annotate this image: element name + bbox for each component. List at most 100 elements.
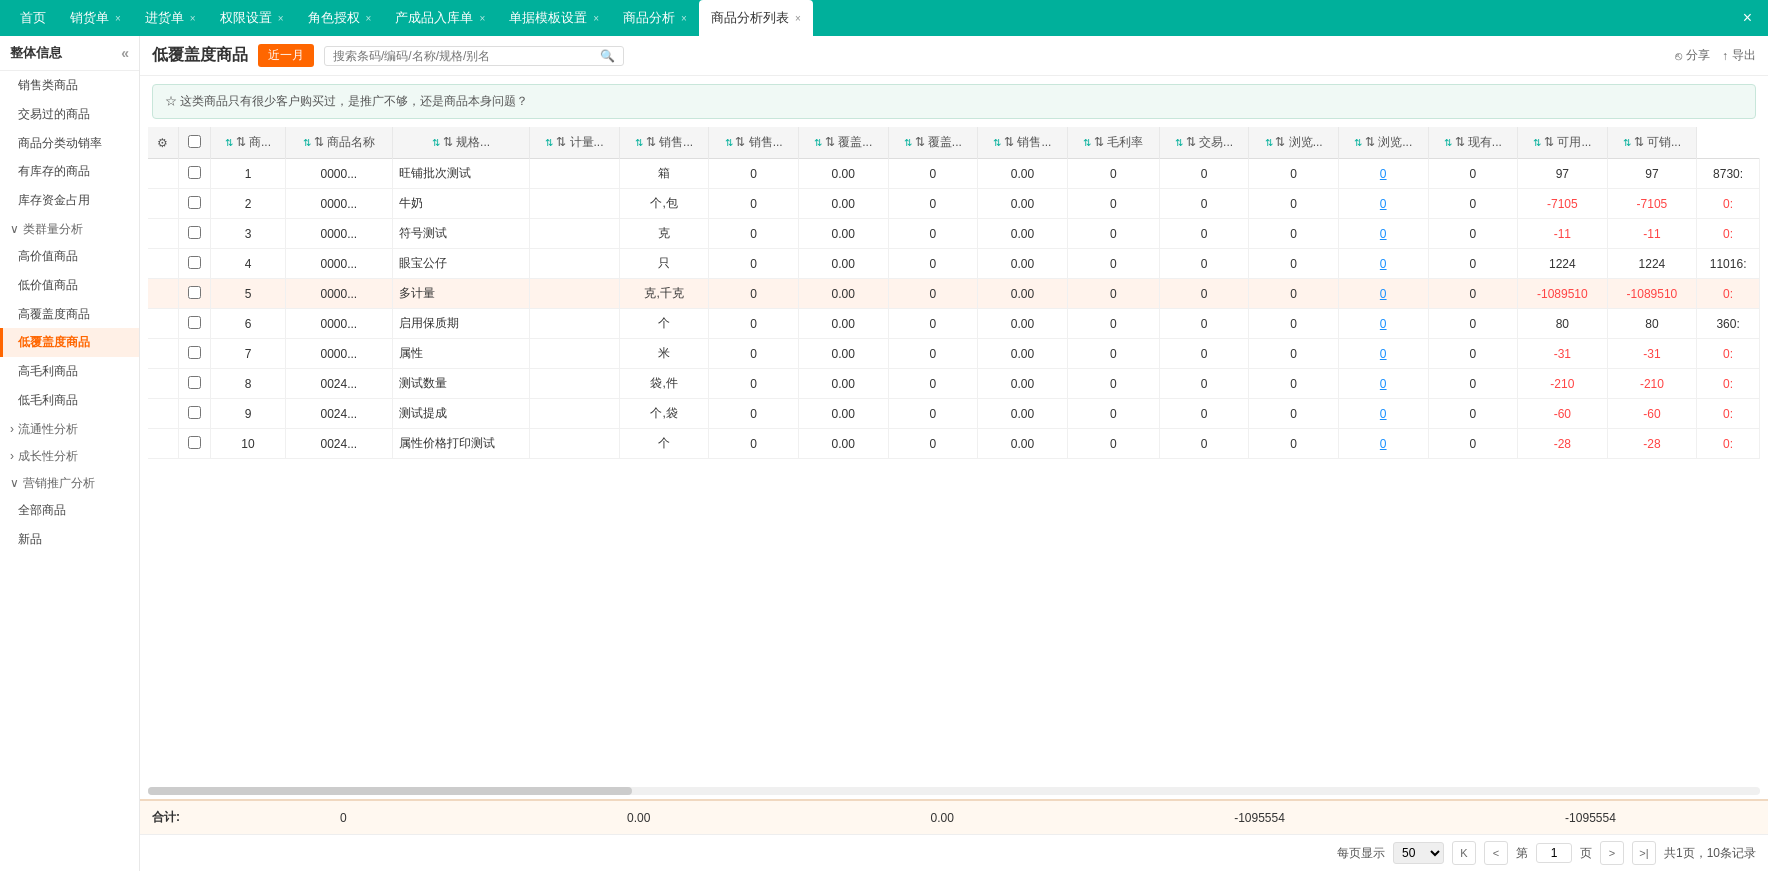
close-tab-permission[interactable]: × [278, 13, 284, 24]
row-checkbox[interactable] [178, 189, 211, 219]
checkbox-column-header[interactable] [178, 127, 211, 159]
row-checkbox[interactable] [178, 339, 211, 369]
close-tab-template[interactable]: × [593, 13, 599, 24]
row-browse1[interactable]: 0 [1338, 159, 1428, 189]
prev-page-button[interactable]: < [1484, 841, 1508, 865]
nav-tab-home[interactable]: 首页 [8, 0, 58, 36]
sidebar-item-new-goods[interactable]: 新品 [0, 525, 139, 554]
nav-tab-inbound[interactable]: 产成品入库单 × [383, 0, 497, 36]
spec-column-header[interactable]: ⇅ 规格... [392, 127, 529, 159]
first-page-button[interactable]: K [1452, 841, 1476, 865]
settings-column-header[interactable]: ⚙ [148, 127, 178, 159]
sales-days-column-header[interactable]: ⇅ 销售... [978, 127, 1068, 159]
row-browse1[interactable]: 0 [1338, 219, 1428, 249]
nav-tab-template[interactable]: 单据模板设置 × [497, 0, 611, 36]
unit-column-header[interactable]: ⇅ 计量... [530, 127, 620, 159]
table-wrapper[interactable]: ⚙ ⇅ 商... ⇅ 商品名称 ⇅ 规格... ⇅ 计量... ⇅ 销售... … [140, 127, 1768, 787]
page-input[interactable] [1536, 843, 1572, 863]
next-page-button[interactable]: > [1600, 841, 1624, 865]
nav-tab-analysis[interactable]: 商品分析 × [611, 0, 699, 36]
row-browse1[interactable]: 0 [1338, 309, 1428, 339]
sales-amt-column-header[interactable]: ⇅ 销售... [709, 127, 799, 159]
nav-tab-analysis-list[interactable]: 商品分析列表 × [699, 0, 813, 36]
cov1-column-header[interactable]: ⇅ 覆盖... [798, 127, 888, 159]
row-select-checkbox[interactable] [188, 406, 201, 419]
row-select-checkbox[interactable] [188, 286, 201, 299]
sidebar-item-sales-goods[interactable]: 销售类商品 [0, 71, 139, 100]
transaction-column-header[interactable]: ⇅ 交易... [1159, 127, 1249, 159]
search-icon[interactable]: 🔍 [600, 49, 615, 63]
sidebar-group-growth[interactable]: › 成长性分析 [0, 442, 139, 469]
browse1-column-header[interactable]: ⇅ 浏览... [1249, 127, 1339, 159]
row-select-checkbox[interactable] [188, 346, 201, 359]
sidebar-item-low-coverage[interactable]: 低覆盖度商品 [0, 328, 139, 357]
row-select-checkbox[interactable] [188, 436, 201, 449]
close-all-tabs[interactable]: × [1735, 9, 1760, 27]
row-browse1[interactable]: 0 [1338, 339, 1428, 369]
sidebar-item-traded-goods[interactable]: 交易过的商品 [0, 100, 139, 129]
row-checkbox[interactable] [178, 429, 211, 459]
nav-tab-purchase[interactable]: 进货单 × [133, 0, 208, 36]
sidebar-item-high-margin[interactable]: 高毛利商品 [0, 357, 139, 386]
row-select-checkbox[interactable] [188, 196, 201, 209]
search-box[interactable]: 🔍 [324, 46, 624, 66]
close-tab-inbound[interactable]: × [479, 13, 485, 24]
row-browse1[interactable]: 0 [1338, 429, 1428, 459]
last-page-button[interactable]: >| [1632, 841, 1656, 865]
close-tab-purchase[interactable]: × [190, 13, 196, 24]
row-browse1[interactable]: 0 [1338, 369, 1428, 399]
sellable-column-header[interactable]: ⇅ 可销... [1607, 127, 1697, 159]
close-tab-role[interactable]: × [366, 13, 372, 24]
horizontal-scrollbar[interactable] [148, 787, 1760, 795]
sidebar-item-category-turnover[interactable]: 商品分类动销率 [0, 129, 139, 158]
sidebar-item-high-value[interactable]: 高价值商品 [0, 242, 139, 271]
sidebar-item-all-goods[interactable]: 全部商品 [0, 496, 139, 525]
row-browse1[interactable]: 0 [1338, 249, 1428, 279]
sidebar-group-marketing[interactable]: ∨ 营销推广分析 [0, 469, 139, 496]
nav-tab-permission[interactable]: 权限设置 × [208, 0, 296, 36]
code-column-header[interactable]: ⇅ 商... [211, 127, 285, 159]
name-column-header[interactable]: ⇅ 商品名称 [285, 127, 392, 159]
nav-tab-role[interactable]: 角色授权 × [296, 0, 384, 36]
sidebar-item-low-margin[interactable]: 低毛利商品 [0, 386, 139, 415]
select-all-checkbox[interactable] [188, 135, 201, 148]
share-button[interactable]: ⎋ 分享 [1675, 47, 1710, 64]
browse2-column-header[interactable]: ⇅ 浏览... [1338, 127, 1428, 159]
row-checkbox[interactable] [178, 159, 211, 189]
row-checkbox[interactable] [178, 279, 211, 309]
row-checkbox[interactable] [178, 219, 211, 249]
sidebar-item-in-stock[interactable]: 有库存的商品 [0, 157, 139, 186]
sidebar-item-high-coverage[interactable]: 高覆盖度商品 [0, 300, 139, 329]
sidebar-item-capital[interactable]: 库存资金占用 [0, 186, 139, 215]
row-checkbox[interactable] [178, 309, 211, 339]
sidebar-group-category[interactable]: ∨ 类群量分析 [0, 215, 139, 242]
scrollbar-thumb[interactable] [148, 787, 632, 795]
row-checkbox[interactable] [178, 249, 211, 279]
row-select-checkbox[interactable] [188, 226, 201, 239]
row-browse1[interactable]: 0 [1338, 399, 1428, 429]
nav-tab-sales[interactable]: 销货单 × [58, 0, 133, 36]
export-button[interactable]: ↑ 导出 [1722, 47, 1756, 64]
close-tab-analysis-list[interactable]: × [795, 13, 801, 24]
period-button[interactable]: 近一月 [258, 44, 314, 67]
sidebar-item-low-value[interactable]: 低价值商品 [0, 271, 139, 300]
sidebar-collapse-btn[interactable]: « [121, 45, 129, 61]
per-page-select[interactable]: 50 100 200 [1393, 842, 1444, 864]
row-browse1[interactable]: 0 [1338, 279, 1428, 309]
sidebar-group-flow[interactable]: › 流通性分析 [0, 415, 139, 442]
row-checkbox[interactable] [178, 369, 211, 399]
cov2-column-header[interactable]: ⇅ 覆盖... [888, 127, 978, 159]
row-select-checkbox[interactable] [188, 256, 201, 269]
row-select-checkbox[interactable] [188, 376, 201, 389]
current-column-header[interactable]: ⇅ 现有... [1428, 127, 1518, 159]
close-tab-analysis[interactable]: × [681, 13, 687, 24]
gross-margin-column-header[interactable]: ⇅ 毛利率 [1067, 127, 1159, 159]
available-column-header[interactable]: ⇅ 可用... [1518, 127, 1608, 159]
row-select-checkbox[interactable] [188, 166, 201, 179]
close-tab-sales[interactable]: × [115, 13, 121, 24]
row-browse1[interactable]: 0 [1338, 189, 1428, 219]
search-input[interactable] [333, 49, 600, 63]
row-checkbox[interactable] [178, 399, 211, 429]
sales-qty-column-header[interactable]: ⇅ 销售... [619, 127, 709, 159]
row-select-checkbox[interactable] [188, 316, 201, 329]
